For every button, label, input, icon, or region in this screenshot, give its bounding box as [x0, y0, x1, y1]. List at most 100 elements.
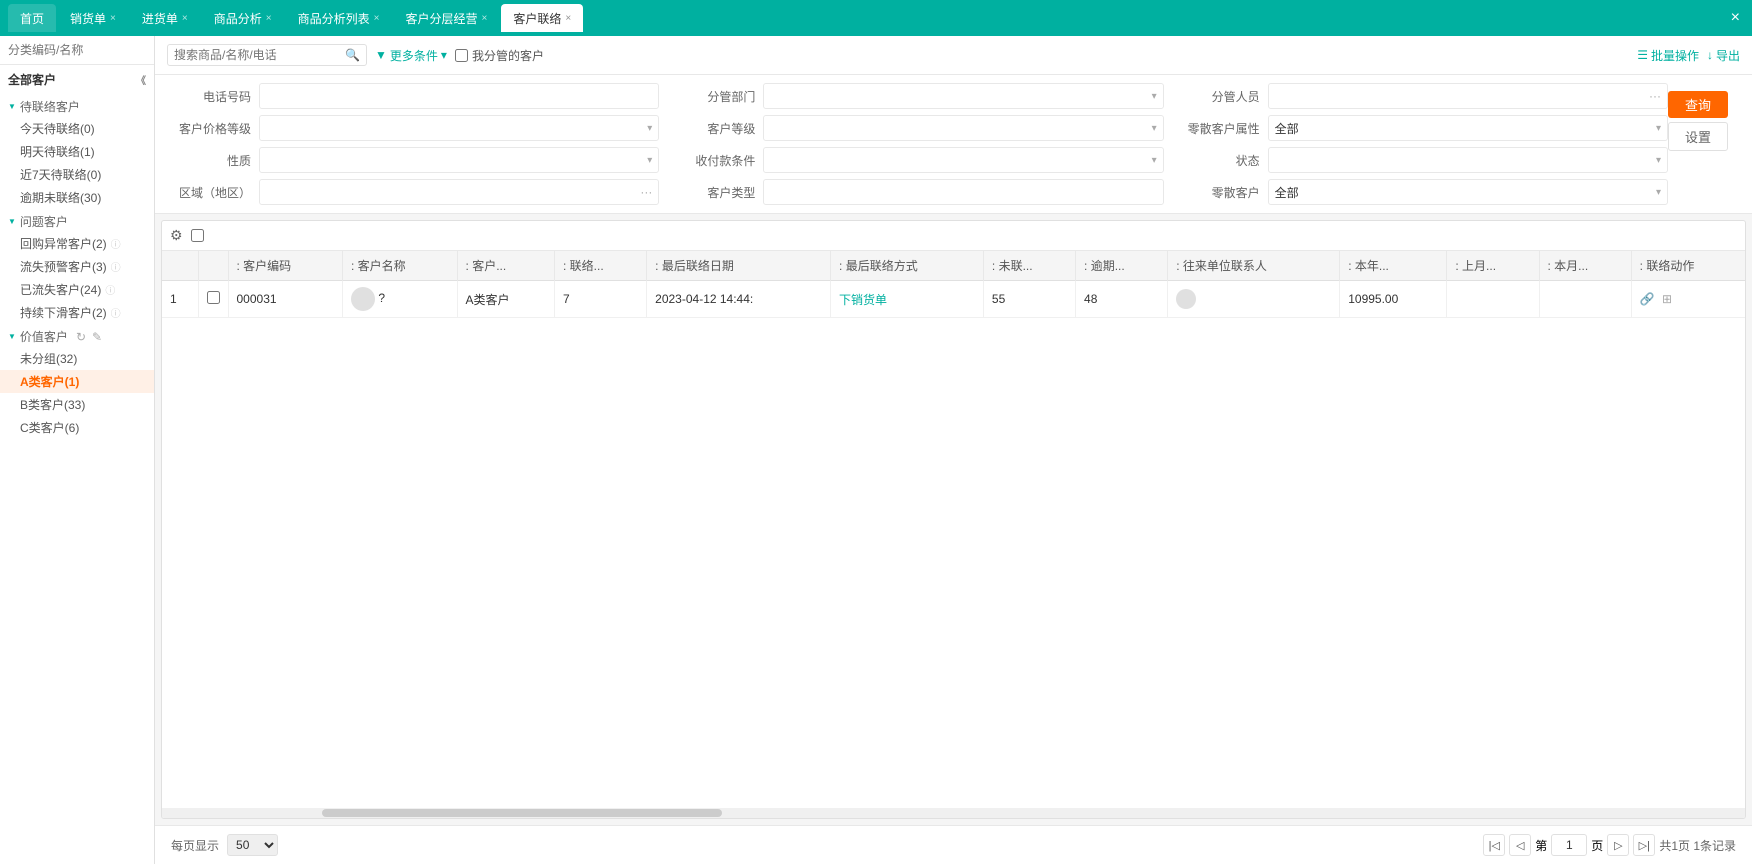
search-icon[interactable]: 🔍: [345, 48, 360, 62]
filter-retail-customer-input[interactable]: 全部 ▾: [1268, 179, 1668, 205]
td-name: ?: [343, 281, 458, 318]
th-unit-contact[interactable]: : 往来单位联系人: [1168, 251, 1340, 281]
tab-sales[interactable]: 销货单 ×: [58, 4, 128, 32]
th-overdue[interactable]: : 逾期...: [1076, 251, 1168, 281]
tab-goods-analysis-list[interactable]: 商品分析列表 ×: [286, 4, 392, 32]
all-customers-header[interactable]: 全部客户 《: [0, 65, 154, 94]
tab-goods-analysis-list-label: 商品分析列表: [298, 10, 370, 27]
sidebar-item-lost-pre[interactable]: 流失预警客户(3) ⓘ: [0, 255, 154, 278]
per-page-select[interactable]: 50 100 200: [227, 834, 278, 856]
filter-phone-input[interactable]: [259, 83, 659, 109]
sidebar-item-overdue[interactable]: 逾期未联络(30): [0, 186, 154, 209]
filter-nature-label: 性质: [171, 152, 251, 169]
select-all-checkbox[interactable]: [191, 229, 204, 242]
page-input[interactable]: [1551, 834, 1587, 856]
th-code[interactable]: : 客户编码: [228, 251, 343, 281]
gear-icon-btn[interactable]: ⚙: [170, 227, 183, 244]
action-link-icon[interactable]: 🔗: [1640, 292, 1655, 306]
sidebar-item-consecutive-down[interactable]: 持续下滑客户(2) ⓘ: [0, 301, 154, 324]
collapse-icon: 《: [136, 72, 146, 87]
close-customer-contact-icon[interactable]: ×: [565, 13, 571, 24]
export-btn[interactable]: ↓ 导出: [1707, 47, 1740, 64]
filter-payment-input[interactable]: ▾: [763, 147, 1163, 173]
filter-nature: 性质 ▾: [171, 147, 659, 173]
prev-page-btn[interactable]: ◁: [1509, 834, 1531, 856]
unsorted-label: 未分组(32): [20, 350, 77, 367]
th-name[interactable]: : 客户名称: [343, 251, 458, 281]
next-page-btn[interactable]: ▷: [1607, 834, 1629, 856]
tab-customer-segment[interactable]: 客户分层经营 ×: [393, 4, 499, 32]
problem-customer-group[interactable]: ▼ 问题客户: [0, 209, 154, 232]
value-customer-group[interactable]: ▼ 价值客户 ↻ ✎: [0, 324, 154, 347]
tab-sales-label: 销货单: [70, 10, 106, 27]
td-check[interactable]: [198, 281, 228, 318]
close-purchase-icon[interactable]: ×: [182, 13, 188, 24]
table-scroll[interactable]: : 客户编码 : 客户名称 : 客户... : 联络...: [162, 251, 1745, 808]
horizontal-scrollbar[interactable]: [162, 808, 1745, 818]
th-this-year[interactable]: : 本年...: [1340, 251, 1447, 281]
filter-person-input[interactable]: ···: [1268, 83, 1668, 109]
scroll-thumb[interactable]: [322, 809, 722, 817]
contact-method-link[interactable]: 下销货单: [839, 293, 887, 307]
sidebar-item-today[interactable]: 今天待联络(0): [0, 117, 154, 140]
refresh-icon[interactable]: ↻: [76, 330, 86, 344]
sidebar-search-input[interactable]: [8, 43, 155, 57]
sidebar-item-c-class[interactable]: C类客户(6): [0, 416, 154, 439]
sidebar-item-week[interactable]: 近7天待联络(0): [0, 163, 154, 186]
b-class-label: B类客户(33): [20, 396, 85, 413]
query-button[interactable]: 查询: [1668, 91, 1728, 118]
filter-dept-input[interactable]: ▾: [763, 83, 1163, 109]
more-conditions-btn[interactable]: ▼ 更多条件 ▾: [375, 47, 447, 64]
my-customers-checkbox[interactable]: [455, 49, 468, 62]
filter-price-grade-input[interactable]: ▾: [259, 115, 659, 141]
tab-purchase[interactable]: 进货单 ×: [130, 4, 200, 32]
close-goods-analysis-list-icon[interactable]: ×: [374, 13, 380, 24]
filter-customer-type-input[interactable]: [763, 179, 1163, 205]
filter-region-input[interactable]: ···: [259, 179, 659, 205]
first-page-btn[interactable]: |◁: [1483, 834, 1505, 856]
sidebar-item-unsorted[interactable]: 未分组(32): [0, 347, 154, 370]
sidebar-item-a-class[interactable]: A类客户(1): [0, 370, 154, 393]
tab-home[interactable]: 首页: [8, 4, 56, 32]
td-action[interactable]: 🔗 ⊞: [1631, 281, 1745, 318]
row-checkbox[interactable]: [207, 291, 220, 304]
sidebar-item-b-class[interactable]: B类客户(33): [0, 393, 154, 416]
search-input[interactable]: [174, 48, 341, 62]
close-customer-segment-icon[interactable]: ×: [481, 13, 487, 24]
close-sales-icon[interactable]: ×: [110, 13, 116, 24]
sidebar-search-area: 🔍: [0, 36, 154, 65]
sidebar-item-abnormal[interactable]: 回购异常客户(2) ⓘ: [0, 232, 154, 255]
th-no-contact[interactable]: : 未联...: [983, 251, 1075, 281]
all-customers-label: 全部客户: [8, 71, 56, 88]
tab-goods-analysis[interactable]: 商品分析 ×: [202, 4, 284, 32]
th-this-month[interactable]: : 本月...: [1539, 251, 1631, 281]
filter-dept: 分管部门 ▾: [675, 83, 1163, 109]
filter-retail-attr-input[interactable]: 全部 ▾: [1268, 115, 1668, 141]
sidebar-item-lost[interactable]: 已流失客户(24) ⓘ: [0, 278, 154, 301]
th-customer-type[interactable]: : 客户...: [457, 251, 554, 281]
th-this-month-label: : 本月...: [1548, 259, 1589, 273]
filter-status-input[interactable]: ▾: [1268, 147, 1668, 173]
close-goods-analysis-icon[interactable]: ×: [266, 13, 272, 24]
tab-purchase-label: 进货单: [142, 10, 178, 27]
filter-nature-input[interactable]: ▾: [259, 147, 659, 173]
tab-customer-contact[interactable]: 客户联络 ×: [501, 4, 583, 32]
last-page-btn[interactable]: ▷|: [1633, 834, 1655, 856]
action-grid-icon[interactable]: ⊞: [1662, 292, 1672, 306]
filter-customer-type: 客户类型: [675, 179, 1163, 205]
th-contact-count[interactable]: : 联络...: [555, 251, 647, 281]
window-close-button[interactable]: ×: [1727, 5, 1744, 31]
batch-operation-btn[interactable]: ☰ 批量操作: [1637, 47, 1699, 64]
th-last-month[interactable]: : 上月...: [1447, 251, 1539, 281]
pending-contact-group[interactable]: ▼ 待联络客户: [0, 94, 154, 117]
th-action-label: : 联络动作: [1640, 259, 1695, 273]
th-action[interactable]: : 联络动作: [1631, 251, 1745, 281]
set-button[interactable]: 设置: [1668, 122, 1728, 151]
th-last-contact-method[interactable]: : 最后联络方式: [831, 251, 984, 281]
filter-customer-grade-input[interactable]: ▾: [763, 115, 1163, 141]
th-last-contact-date[interactable]: : 最后联络日期: [647, 251, 831, 281]
td-last-contact-method[interactable]: 下销货单: [831, 281, 984, 318]
sidebar-item-tomorrow[interactable]: 明天待联络(1): [0, 140, 154, 163]
edit-icon[interactable]: ✎: [92, 330, 102, 344]
th-unit-contact-label: : 往来单位联系人: [1176, 259, 1267, 273]
